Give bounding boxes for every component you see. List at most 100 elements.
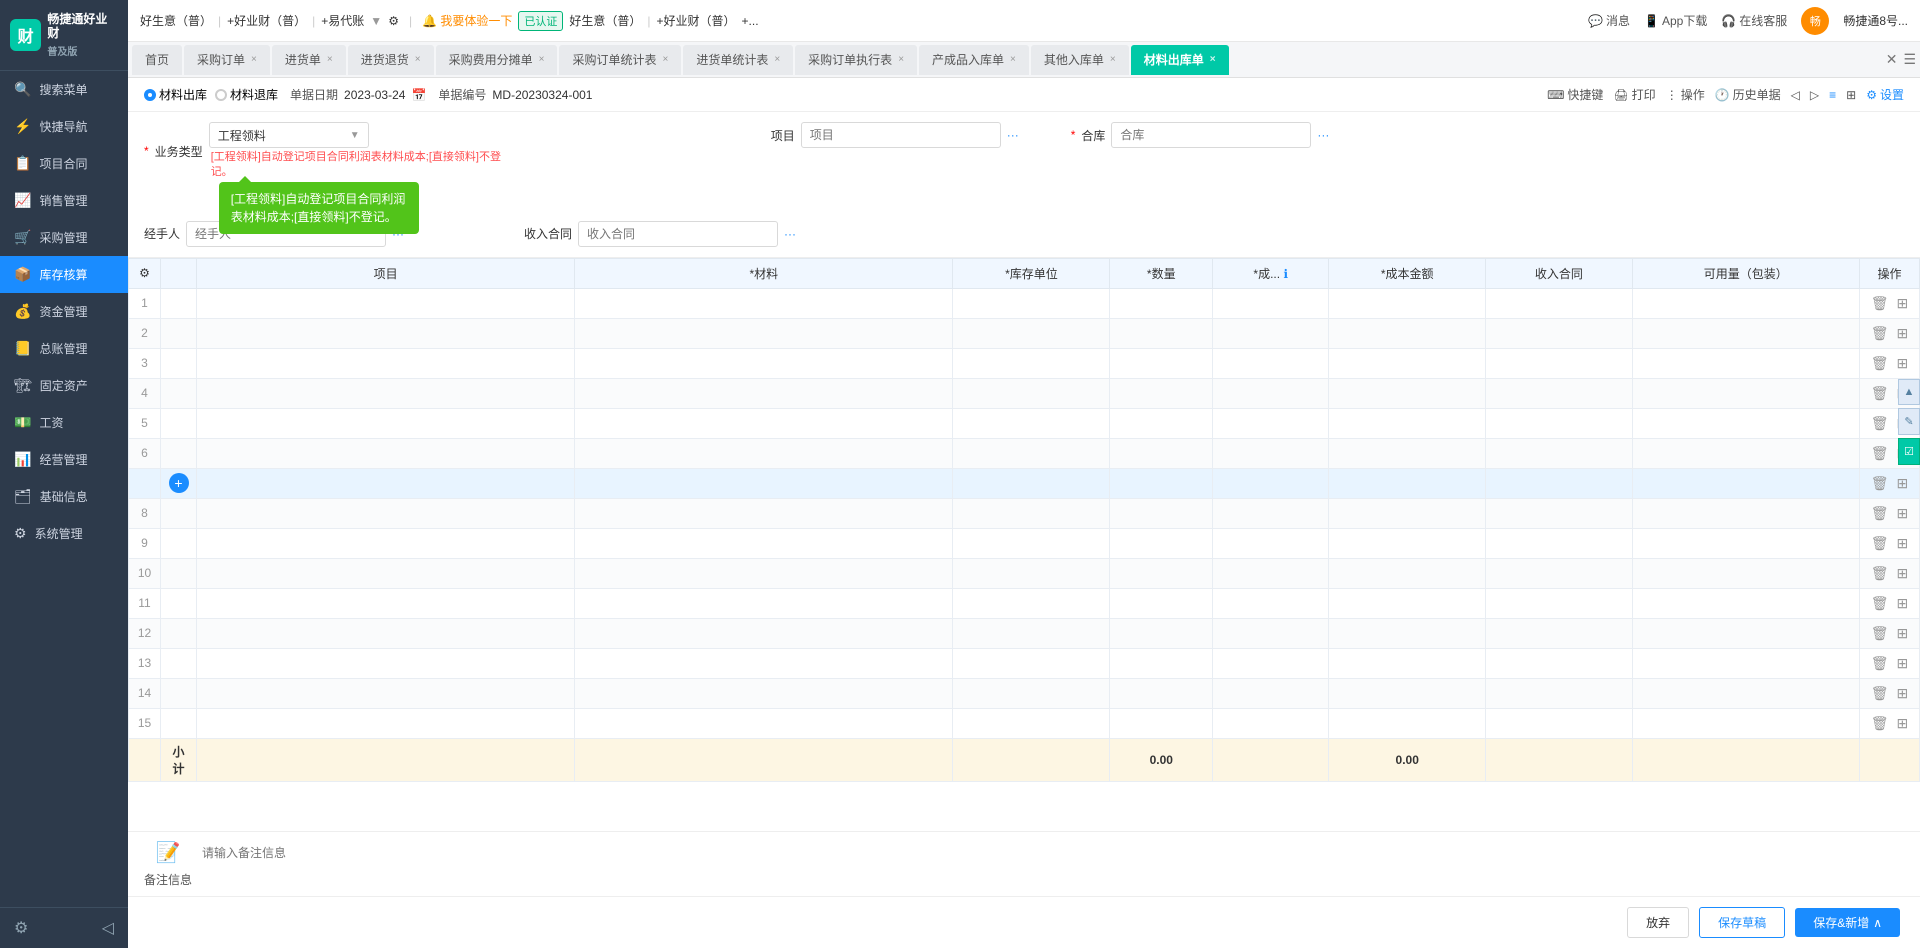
delete-btn[interactable]: 🗑 (1867, 323, 1893, 344)
print-btn[interactable]: 🖨 打印 (1613, 86, 1655, 103)
copy-btn[interactable]: ⊞ (1893, 293, 1913, 314)
tab-close-other-receipt[interactable]: × (1110, 54, 1116, 65)
warehouse-dots[interactable]: ··· (1317, 128, 1329, 142)
tab-finished-goods[interactable]: 产成品入库单 × (919, 45, 1029, 75)
delete-btn[interactable]: 🗑 (1867, 503, 1893, 524)
notes-input[interactable] (202, 840, 1904, 876)
app-download-btn[interactable]: 📱 App下载 (1644, 12, 1707, 29)
topbar-settings-btn[interactable]: ⚙ (388, 14, 399, 28)
sidebar-item-assets[interactable]: 🏗 固定资产 (0, 367, 128, 404)
user-avatar[interactable]: 畅 (1801, 7, 1829, 35)
history-btn[interactable]: 🕐 历史单据 (1715, 86, 1781, 103)
copy-btn[interactable]: ⊞ (1893, 473, 1913, 494)
tab-purchase-exec[interactable]: 采购订单执行表 × (795, 45, 917, 75)
copy-btn[interactable]: ⊞ (1893, 713, 1913, 734)
sidebar-item-sales[interactable]: 📈 销售管理 (0, 182, 128, 219)
delete-btn[interactable]: 🗑 (1867, 443, 1893, 464)
right-panel-btn-2[interactable]: ✎ (1898, 408, 1920, 435)
topbar-biz-link[interactable]: 好生意（普） (569, 12, 641, 29)
settings-icon[interactable]: ⚙ (14, 918, 28, 938)
topbar-nav-good-biz[interactable]: 好生意（普） (140, 12, 212, 29)
radio-material-issue[interactable]: 材料出库 (144, 86, 207, 103)
table-settings-col[interactable]: ⚙ (129, 258, 161, 288)
tab-purchase-stat[interactable]: 采购订单统计表 × (559, 45, 681, 75)
sidebar-item-finance[interactable]: 💰 资金管理 (0, 293, 128, 330)
tab-menu[interactable]: ☰ (1903, 51, 1916, 68)
tab-close-purchase-receipt[interactable]: × (327, 54, 333, 65)
topbar-trial-btn[interactable]: 🔔 我要体验一下 (422, 12, 512, 29)
income-contract-dots[interactable]: ··· (784, 227, 796, 241)
copy-btn[interactable]: ⊞ (1893, 323, 1913, 344)
tab-purchase-order[interactable]: 采购订单 × (184, 45, 270, 75)
discard-button[interactable]: 放弃 (1627, 907, 1689, 938)
delete-btn[interactable]: 🗑 (1867, 593, 1893, 614)
view-list[interactable]: ≡ (1829, 88, 1836, 102)
copy-btn[interactable]: ⊞ (1893, 623, 1913, 644)
tab-purchase-expense[interactable]: 采购费用分摊单 × (436, 45, 558, 75)
tab-close-receipt-stat[interactable]: × (774, 54, 780, 65)
copy-btn[interactable]: ⊞ (1893, 593, 1913, 614)
sidebar-item-payroll[interactable]: 💵 工资 (0, 404, 128, 441)
tab-close-purchase-exec[interactable]: × (898, 54, 904, 65)
delete-btn[interactable]: 🗑 (1867, 413, 1893, 434)
sidebar-item-project[interactable]: 📋 项目合同 (0, 145, 128, 182)
tab-purchase-receipt[interactable]: 进货单 × (272, 45, 346, 75)
message-btn[interactable]: 💬 消息 (1588, 12, 1630, 29)
info-icon[interactable]: ℹ (1283, 267, 1288, 281)
calendar-icon[interactable]: 📅 (411, 88, 426, 102)
delete-btn[interactable]: 🗑 (1867, 353, 1893, 374)
tab-purchase-return[interactable]: 进货退货 × (348, 45, 434, 75)
save-draft-button[interactable]: 保存草稿 (1699, 907, 1785, 938)
sidebar-item-system[interactable]: ⚙ 系统管理 (0, 515, 128, 552)
nav-prev[interactable]: ◁ (1791, 88, 1800, 102)
tab-material-issue[interactable]: 材料出库单 × (1131, 45, 1229, 75)
nav-next[interactable]: ▷ (1810, 88, 1819, 102)
topbar-plus-link[interactable]: +好业财（普） (657, 12, 736, 29)
shortcut-btn[interactable]: ⌨ 快捷键 (1547, 86, 1603, 103)
settings-btn[interactable]: ⚙ 设置 (1866, 86, 1904, 103)
tab-close-purchase-stat[interactable]: × (662, 54, 668, 65)
delete-btn[interactable]: 🗑 (1867, 563, 1893, 584)
sidebar-item-quick-nav[interactable]: ⚡ 快捷导航 (0, 108, 128, 145)
add-row-btn[interactable]: + (169, 473, 189, 493)
sidebar-item-search[interactable]: 🔍 搜索菜单 (0, 71, 128, 108)
project-dots[interactable]: ··· (1007, 128, 1019, 142)
delete-btn[interactable]: 🗑 (1867, 713, 1893, 734)
copy-btn[interactable]: ⊞ (1893, 563, 1913, 584)
delete-btn[interactable]: 🗑 (1867, 293, 1893, 314)
collapse-icon[interactable]: ◁ (102, 918, 114, 938)
copy-btn[interactable]: ⊞ (1893, 353, 1913, 374)
tab-close-purchase-expense[interactable]: × (539, 54, 545, 65)
topbar-more[interactable]: +... (742, 14, 759, 28)
tab-close-purchase-order[interactable]: × (251, 54, 257, 65)
delete-btn[interactable]: 🗑 (1867, 683, 1893, 704)
project-input[interactable] (801, 122, 1001, 148)
sidebar-item-inventory[interactable]: 📦 库存核算 (0, 256, 128, 293)
tab-other-receipt[interactable]: 其他入库单 × (1031, 45, 1129, 75)
tab-close-material-issue[interactable]: × (1210, 54, 1216, 65)
topbar-nav-dropdown[interactable]: ▼ (370, 14, 382, 28)
save-new-button[interactable]: 保存&新增 ∧ (1795, 908, 1900, 937)
user-name[interactable]: 畅捷通8号... (1843, 12, 1908, 29)
radio-material-return[interactable]: 材料退库 (215, 86, 278, 103)
sidebar-item-basic[interactable]: 🗂 基础信息 (0, 478, 128, 515)
tab-receipt-stat[interactable]: 进货单统计表 × (683, 45, 793, 75)
tab-close-all[interactable]: ✕ (1886, 51, 1898, 68)
delete-btn[interactable]: 🗑 (1867, 473, 1893, 494)
delete-btn[interactable]: 🗑 (1867, 383, 1893, 404)
delete-btn[interactable]: 🗑 (1867, 533, 1893, 554)
sidebar-item-accounting[interactable]: 📒 总账管理 (0, 330, 128, 367)
right-panel-btn-1[interactable]: ▲ (1898, 379, 1920, 405)
view-grid[interactable]: ⊞ (1846, 88, 1856, 102)
copy-btn[interactable]: ⊞ (1893, 503, 1913, 524)
tab-home[interactable]: 首页 (132, 45, 182, 75)
topbar-nav-good-finance[interactable]: +好业财（普） (227, 12, 306, 29)
delete-btn[interactable]: 🗑 (1867, 653, 1893, 674)
copy-btn[interactable]: ⊞ (1893, 653, 1913, 674)
warehouse-input[interactable] (1111, 122, 1311, 148)
income-contract-input[interactable] (578, 221, 778, 247)
right-panel-btn-3[interactable]: ☑ (1898, 438, 1920, 465)
copy-btn[interactable]: ⊞ (1893, 683, 1913, 704)
tab-close-purchase-return[interactable]: × (415, 54, 421, 65)
add-row-input-1[interactable] (203, 476, 568, 490)
